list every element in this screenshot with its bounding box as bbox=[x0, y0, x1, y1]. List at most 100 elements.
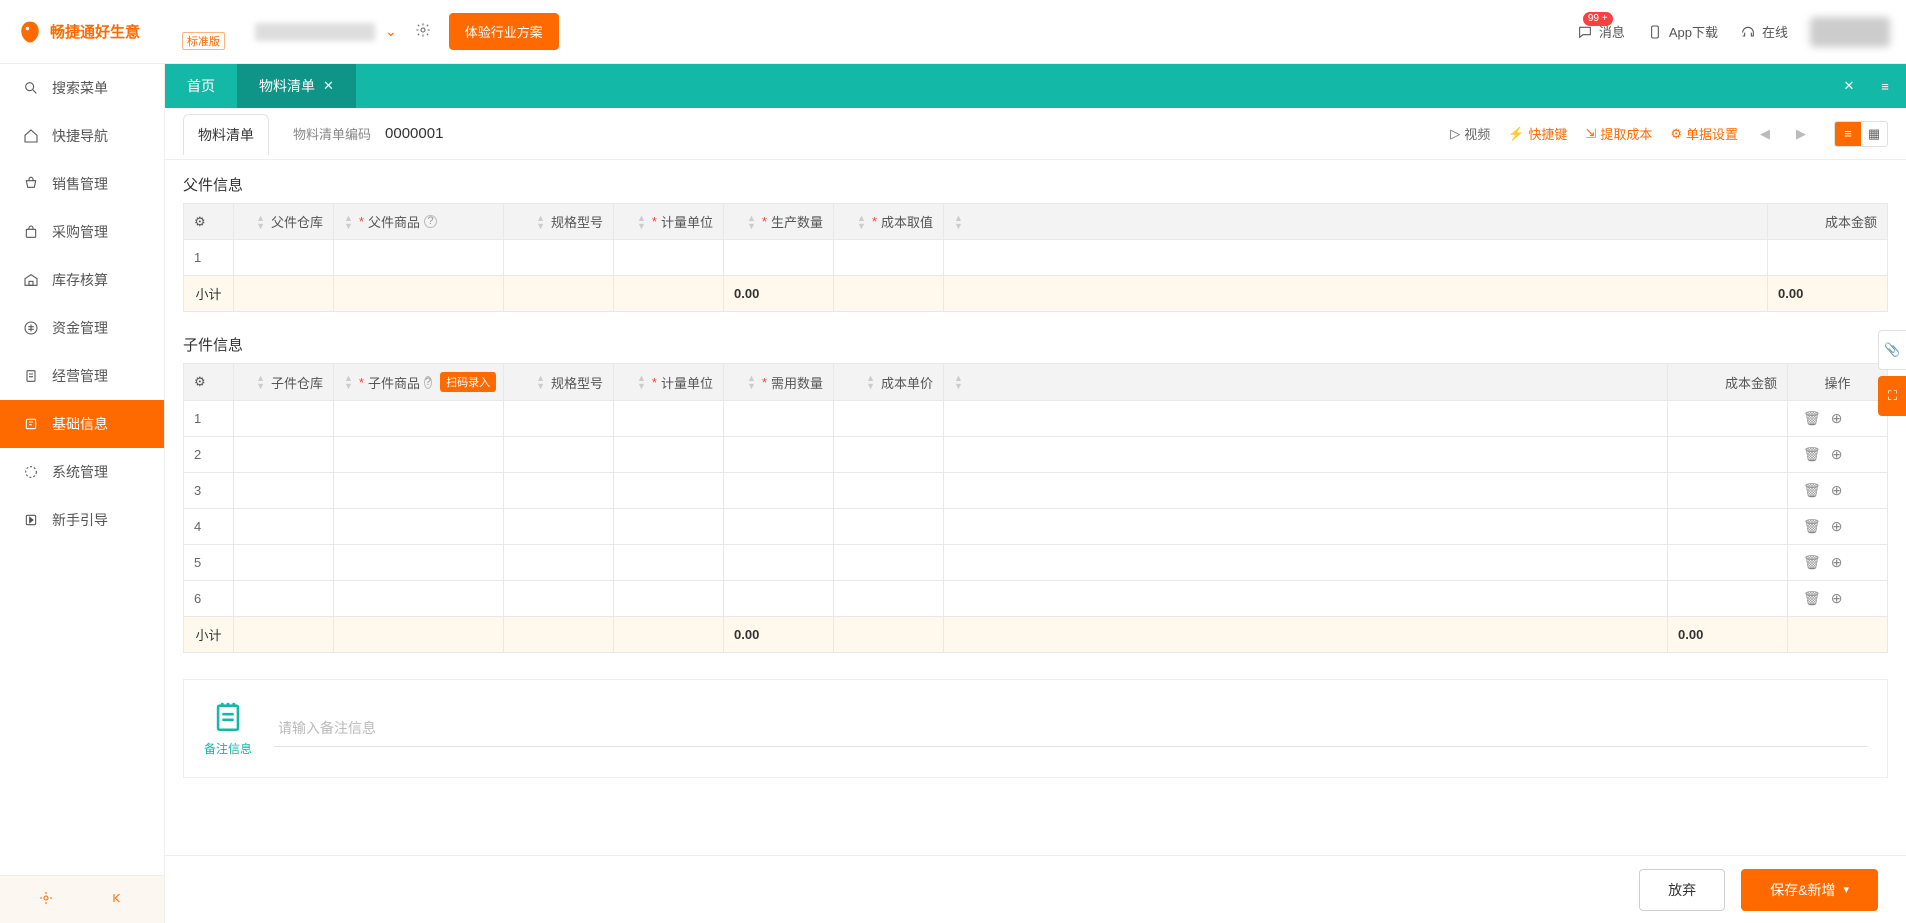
guide-icon bbox=[22, 511, 40, 529]
parent-col-gear[interactable]: ⚙ bbox=[184, 204, 234, 240]
delete-row-icon[interactable]: 🗑 bbox=[1803, 518, 1821, 534]
search-icon bbox=[22, 79, 40, 97]
parent-row[interactable]: 1 bbox=[184, 240, 1888, 276]
add-row-icon[interactable]: ⊕ bbox=[1831, 410, 1843, 426]
parent-col-blank[interactable]: ▲▼ bbox=[944, 204, 1768, 240]
child-col-qty[interactable]: ▲▼*需用数量 bbox=[724, 364, 834, 401]
online-support-button[interactable]: 在线 bbox=[1740, 22, 1788, 41]
notes-card: 备注信息 bbox=[183, 679, 1888, 778]
video-button[interactable]: ▷视频 bbox=[1450, 124, 1490, 143]
child-table: ⚙ ▲▼子件仓库 ▲▼*子件商品?扫码录入 ▲▼规格型号 ▲▼*计量单位 ▲▼*… bbox=[183, 363, 1888, 653]
tabs-menu-icon[interactable]: ≡ bbox=[1870, 71, 1900, 101]
extract-cost-button[interactable]: ⇲提取成本 bbox=[1585, 124, 1652, 143]
close-icon[interactable]: ✕ bbox=[323, 78, 334, 94]
child-col-warehouse[interactable]: ▲▼子件仓库 bbox=[234, 364, 334, 401]
sidebar-item-label: 快捷导航 bbox=[52, 126, 108, 146]
view-grid-icon[interactable]: ▦ bbox=[1861, 122, 1887, 146]
shortcut-button[interactable]: ⚡快捷键 bbox=[1508, 124, 1567, 143]
home-icon bbox=[22, 127, 40, 145]
main-area: 首页 物料清单 ✕ ✕ ≡ 物料清单 物料清单编码 0000001 ▷视频 bbox=[165, 64, 1906, 923]
gear-icon: ⚙ bbox=[1670, 126, 1682, 142]
phone-icon bbox=[1647, 24, 1663, 40]
sidebar-item-search[interactable]: 搜索菜单 bbox=[0, 64, 164, 112]
sidebar-item-operation[interactable]: 经营管理 bbox=[0, 352, 164, 400]
parent-col-product[interactable]: ▲▼*父件商品? bbox=[334, 204, 504, 240]
help-icon[interactable]: ? bbox=[424, 376, 432, 389]
add-row-icon[interactable]: ⊕ bbox=[1831, 554, 1843, 570]
app-download-button[interactable]: App下载 bbox=[1647, 22, 1718, 41]
sidebar-item-inventory[interactable]: 库存核算 bbox=[0, 256, 164, 304]
logo-icon bbox=[16, 18, 44, 46]
sidebar-settings-icon[interactable] bbox=[38, 890, 54, 909]
child-row[interactable]: 6🗑⊕ bbox=[184, 581, 1888, 617]
logo-text: 畅捷通好生意 bbox=[50, 21, 140, 42]
view-list-icon[interactable]: ≡ bbox=[1835, 122, 1861, 146]
child-col-spec[interactable]: ▲▼规格型号 bbox=[504, 364, 614, 401]
prev-doc-icon[interactable]: ◀ bbox=[1756, 126, 1774, 142]
industry-plan-button[interactable]: 体验行业方案 bbox=[449, 13, 559, 50]
child-col-blank[interactable]: ▲▼ bbox=[944, 364, 1668, 401]
view-toggle: ≡ ▦ bbox=[1834, 121, 1888, 147]
sidebar-collapse-icon[interactable] bbox=[110, 890, 126, 909]
user-avatar[interactable] bbox=[1810, 17, 1890, 47]
delete-row-icon[interactable]: 🗑 bbox=[1803, 482, 1821, 498]
save-and-new-button[interactable]: 保存&新增 ▾ bbox=[1741, 869, 1878, 911]
sidebar-item-quicknav[interactable]: 快捷导航 bbox=[0, 112, 164, 160]
sidebar-item-system[interactable]: 系统管理 bbox=[0, 448, 164, 496]
sidebar-item-finance[interactable]: 资金管理 bbox=[0, 304, 164, 352]
add-row-icon[interactable]: ⊕ bbox=[1831, 482, 1843, 498]
parent-col-warehouse[interactable]: ▲▼父件仓库 bbox=[234, 204, 334, 240]
settings-gear-icon[interactable] bbox=[415, 22, 431, 41]
delete-row-icon[interactable]: 🗑 bbox=[1803, 410, 1821, 426]
parent-col-unit[interactable]: ▲▼*计量单位 bbox=[614, 204, 724, 240]
sidebar-item-sales[interactable]: 销售管理 bbox=[0, 160, 164, 208]
add-row-icon[interactable]: ⊕ bbox=[1831, 518, 1843, 534]
delete-row-icon[interactable]: 🗑 bbox=[1803, 554, 1821, 570]
child-col-product[interactable]: ▲▼*子件商品?扫码录入 bbox=[334, 364, 504, 401]
scan-badge[interactable]: 扫码录入 bbox=[440, 372, 496, 392]
child-row[interactable]: 4🗑⊕ bbox=[184, 509, 1888, 545]
parent-col-spec[interactable]: ▲▼规格型号 bbox=[504, 204, 614, 240]
sidebar-item-purchase[interactable]: 采购管理 bbox=[0, 208, 164, 256]
child-col-gear[interactable]: ⚙ bbox=[184, 364, 234, 401]
next-doc-icon[interactable]: ▶ bbox=[1792, 126, 1810, 142]
notes-label: 备注信息 bbox=[204, 740, 252, 757]
logo-subtitle: 标准版 bbox=[182, 32, 225, 50]
attachment-icon[interactable]: 📎 bbox=[1878, 330, 1906, 370]
close-all-tabs-icon[interactable]: ✕ bbox=[1834, 71, 1864, 101]
tab-home-label: 首页 bbox=[187, 76, 215, 96]
code-label: 物料清单编码 bbox=[293, 124, 371, 143]
delete-row-icon[interactable]: 🗑 bbox=[1803, 446, 1821, 462]
parent-col-costmode[interactable]: ▲▼*成本取值 bbox=[834, 204, 944, 240]
page-header: 物料清单 物料清单编码 0000001 ▷视频 ⚡快捷键 ⇲提取成本 ⚙单据设置… bbox=[165, 108, 1906, 160]
expand-icon[interactable]: ⛶ bbox=[1878, 376, 1906, 416]
add-row-icon[interactable]: ⊕ bbox=[1831, 590, 1843, 606]
add-row-icon[interactable]: ⊕ bbox=[1831, 446, 1843, 462]
org-selector[interactable]: ⌄ bbox=[255, 23, 397, 41]
delete-row-icon[interactable]: 🗑 bbox=[1803, 590, 1821, 606]
child-row[interactable]: 5🗑⊕ bbox=[184, 545, 1888, 581]
sidebar-item-label: 销售管理 bbox=[52, 174, 108, 194]
parent-col-amount[interactable]: 成本金额 bbox=[1768, 204, 1888, 240]
child-row[interactable]: 3🗑⊕ bbox=[184, 473, 1888, 509]
tabs-bar: 首页 物料清单 ✕ ✕ ≡ bbox=[165, 64, 1906, 108]
child-col-unit[interactable]: ▲▼*计量单位 bbox=[614, 364, 724, 401]
help-icon[interactable]: ? bbox=[424, 215, 437, 228]
page-tab-bom[interactable]: 物料清单 bbox=[183, 114, 269, 155]
child-col-amount[interactable]: 成本金额 bbox=[1668, 364, 1788, 401]
discard-button[interactable]: 放弃 bbox=[1639, 869, 1725, 911]
tab-bom[interactable]: 物料清单 ✕ bbox=[237, 64, 356, 108]
child-row[interactable]: 2🗑⊕ bbox=[184, 437, 1888, 473]
sidebar-item-guide[interactable]: 新手引导 bbox=[0, 496, 164, 544]
sidebar-item-label: 资金管理 bbox=[52, 318, 108, 338]
tab-home[interactable]: 首页 bbox=[165, 64, 237, 108]
messages-button[interactable]: 99 + 消息 bbox=[1577, 22, 1625, 41]
child-row[interactable]: 1🗑⊕ bbox=[184, 401, 1888, 437]
doc-settings-button[interactable]: ⚙单据设置 bbox=[1670, 124, 1738, 143]
sidebar-item-basicinfo[interactable]: 基础信息 bbox=[0, 400, 164, 448]
child-col-unitcost[interactable]: ▲▼成本单价 bbox=[834, 364, 944, 401]
chevron-down-icon: ⌄ bbox=[385, 23, 397, 40]
notes-input[interactable] bbox=[274, 710, 1867, 747]
floating-buttons: 📎 ⛶ bbox=[1878, 330, 1906, 416]
parent-col-qty[interactable]: ▲▼*生产数量 bbox=[724, 204, 834, 240]
